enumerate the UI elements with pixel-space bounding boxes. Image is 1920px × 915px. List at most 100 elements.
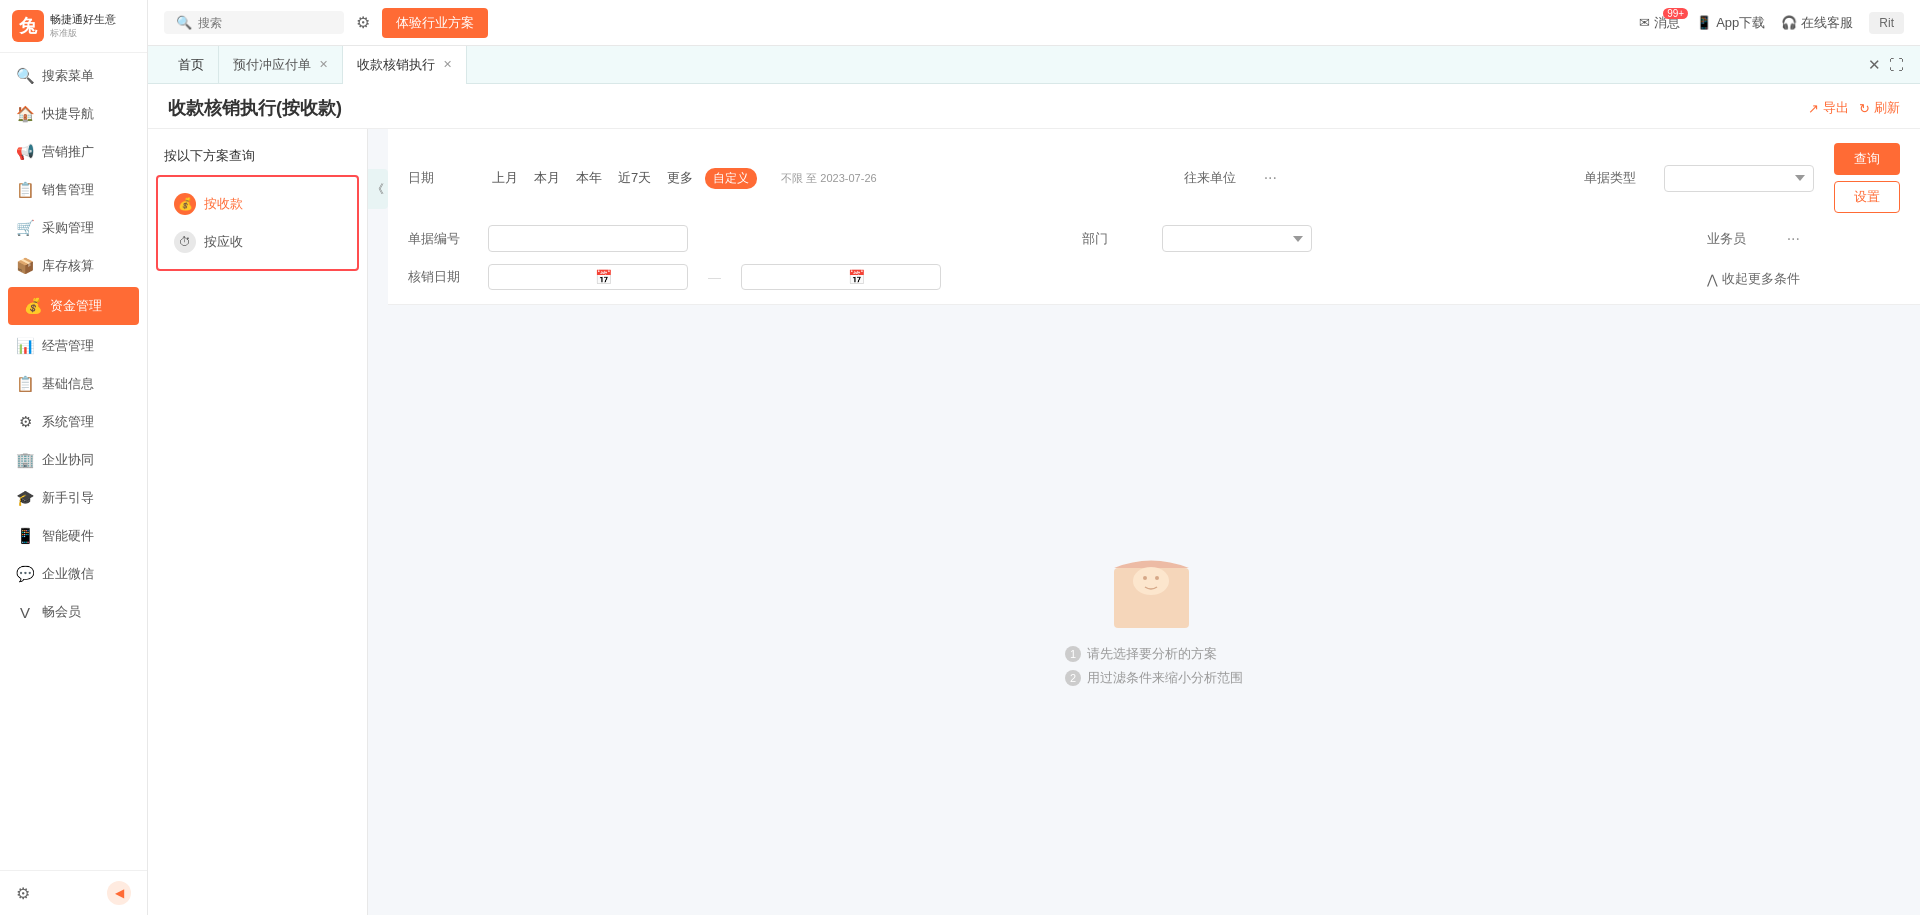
filter-row-2: 单据编号 部门 业务员 ···	[408, 225, 1900, 252]
tab-expand-button[interactable]: ⛶	[1889, 56, 1904, 73]
salesperson-input[interactable]: ···	[1787, 230, 1800, 248]
refresh-button[interactable]: ↻ 刷新	[1859, 99, 1900, 117]
offset-date-end-input[interactable]: 2023-07-21	[752, 270, 842, 285]
svg-point-1	[1133, 567, 1169, 595]
calendar-end-icon[interactable]: 📅	[848, 269, 865, 285]
sidebar-item-wechat[interactable]: 💬 企业微信	[0, 555, 147, 593]
collapse-more-label: 收起更多条件	[1722, 270, 1800, 288]
department-select[interactable]	[1162, 225, 1312, 252]
export-button[interactable]: ↗ 导出	[1808, 99, 1849, 117]
department-label: 部门	[1082, 230, 1142, 248]
online-service-button[interactable]: 🎧 在线客服	[1781, 14, 1853, 32]
messages-badge: 99+	[1663, 8, 1688, 19]
messages-button[interactable]: ✉ 消息 99+	[1639, 14, 1680, 32]
date-tab-this-month[interactable]: 本月	[530, 167, 564, 189]
solution-button[interactable]: 体验行业方案	[382, 8, 488, 38]
offset-date-start-input[interactable]: 2023-03-01	[499, 270, 589, 285]
svg-point-2	[1143, 576, 1147, 580]
counter-party-label: 往来单位	[1184, 169, 1244, 187]
message-icon: ✉	[1639, 15, 1650, 30]
panel-collapse-button[interactable]: 《	[368, 169, 388, 209]
empty-hint-2: 2 用过滤条件来缩小分析范围	[1065, 669, 1243, 687]
hint-label-2: 用过滤条件来缩小分析范围	[1087, 669, 1243, 687]
tab-prepay-close[interactable]: ✕	[319, 58, 328, 71]
wechat-icon: 💬	[16, 565, 34, 583]
sidebar-item-operation[interactable]: 📊 经营管理	[0, 327, 147, 365]
doc-type-select[interactable]	[1664, 165, 1814, 192]
date-tab-more[interactable]: 更多	[663, 167, 697, 189]
date-tab-this-year[interactable]: 本年	[572, 167, 606, 189]
date-sub-label: 不限 至 2023-07-26	[781, 171, 876, 186]
date-tab-last-month[interactable]: 上月	[488, 167, 522, 189]
export-label: 导出	[1823, 99, 1849, 117]
tab-home[interactable]: 首页	[164, 46, 219, 84]
marketing-icon: 📢	[16, 143, 34, 161]
page-header: 收款核销执行(按收款) ↗ 导出 ↻ 刷新	[148, 84, 1920, 129]
header-right: ✉ 消息 99+ 📱 App下载 🎧 在线客服 Rit	[1639, 12, 1904, 34]
sidebar-item-label: 营销推广	[42, 143, 94, 161]
collapse-more-button[interactable]: ⋀ 收起更多条件	[1707, 266, 1800, 288]
inventory-icon: 📦	[16, 257, 34, 275]
app-name: 畅捷通好生意	[50, 12, 116, 26]
app-download-button[interactable]: 📱 App下载	[1696, 14, 1765, 32]
refresh-icon: ↻	[1859, 101, 1870, 116]
sidebar-item-quick-nav[interactable]: 🏠 快捷导航	[0, 95, 147, 133]
sidebar-item-basic-info[interactable]: 📋 基础信息	[0, 365, 147, 403]
tab-close-all-button[interactable]: ✕	[1868, 56, 1881, 74]
tab-bar: 首页 预付冲应付单 ✕ 收款核销执行 ✕ ✕ ⛶	[148, 46, 1920, 84]
empty-text: 1 请先选择要分析的方案 2 用过滤条件来缩小分析范围	[1065, 645, 1243, 687]
settings-button[interactable]: 设置	[1834, 181, 1900, 213]
sidebar-item-inventory[interactable]: 📦 库存核算	[0, 247, 147, 285]
counter-party-input[interactable]: ···	[1264, 169, 1277, 187]
by-receivable-label: 按应收	[204, 233, 243, 251]
date-tab-7days[interactable]: 近7天	[614, 167, 655, 189]
sidebar-collapse-button[interactable]: ◀	[107, 881, 131, 905]
tab-receipt-offset[interactable]: 收款核销执行 ✕	[343, 46, 467, 84]
sidebar-item-finance[interactable]: 💰 资金管理	[8, 287, 139, 325]
sidebar-item-label: 企业微信	[42, 565, 94, 583]
doc-number-label: 单据编号	[408, 230, 468, 248]
refresh-label: 刷新	[1874, 99, 1900, 117]
basic-info-icon: 📋	[16, 375, 34, 393]
calendar-start-icon[interactable]: 📅	[595, 269, 612, 285]
date-tab-custom[interactable]: 自定义	[705, 168, 757, 189]
user-menu[interactable]: Rit	[1869, 12, 1904, 34]
sidebar-item-marketing[interactable]: 📢 营销推广	[0, 133, 147, 171]
sidebar-item-member[interactable]: V 畅会员	[0, 593, 147, 631]
hint-num-1: 1	[1065, 646, 1081, 662]
tab-prepay-offset[interactable]: 预付冲应付单 ✕	[219, 46, 343, 84]
empty-hint-1: 1 请先选择要分析的方案	[1065, 645, 1243, 663]
sidebar-item-enterprise[interactable]: 🏢 企业协同	[0, 441, 147, 479]
sidebar-item-purchase[interactable]: 🛒 采购管理	[0, 209, 147, 247]
filter-by-receipt[interactable]: 💰 按收款	[158, 185, 357, 223]
sidebar-nav: 🔍 搜索菜单 🏠 快捷导航 📢 营销推广 📋 销售管理 🛒 采购管理 📦 库存核…	[0, 53, 147, 870]
sidebar-item-sales[interactable]: 📋 销售管理	[0, 171, 147, 209]
tab-receipt-close[interactable]: ✕	[443, 58, 452, 71]
sidebar-item-label: 企业协同	[42, 451, 94, 469]
tab-actions: ✕ ⛶	[1868, 56, 1904, 74]
sidebar-item-search-menu[interactable]: 🔍 搜索菜单	[0, 57, 147, 95]
sidebar-item-label: 销售管理	[42, 181, 94, 199]
settings-icon[interactable]: ⚙	[16, 884, 30, 903]
filter-by-receivable[interactable]: ⏱ 按应收	[158, 223, 357, 261]
empty-illustration	[1094, 533, 1214, 633]
left-panel: 按以下方案查询 💰 按收款 ⏱ 按应收	[148, 129, 368, 915]
doc-number-input[interactable]	[488, 225, 688, 252]
sidebar-item-system[interactable]: ⚙ 系统管理	[0, 403, 147, 441]
page-actions: ↗ 导出 ↻ 刷新	[1808, 99, 1900, 117]
query-button[interactable]: 查询	[1834, 143, 1900, 175]
settings-icon[interactable]: ⚙	[356, 13, 370, 32]
global-search-box[interactable]: 🔍	[164, 11, 344, 34]
search-input[interactable]	[198, 16, 318, 30]
sidebar-item-label: 快捷导航	[42, 105, 94, 123]
empty-state: 1 请先选择要分析的方案 2 用过滤条件来缩小分析范围	[388, 305, 1920, 915]
app-icon: 📱	[1696, 15, 1712, 30]
filter-bar: 日期 上月 本月 本年 近7天 更多 自定义 不限 至 2023-07-26	[388, 129, 1920, 305]
tab-receipt-label: 收款核销执行	[357, 56, 435, 74]
by-receipt-label: 按收款	[204, 195, 243, 213]
sidebar-item-beginner[interactable]: 🎓 新手引导	[0, 479, 147, 517]
enterprise-icon: 🏢	[16, 451, 34, 469]
by-receivable-icon: ⏱	[174, 231, 196, 253]
page-title: 收款核销执行(按收款)	[168, 96, 342, 120]
sidebar-item-smart-hw[interactable]: 📱 智能硬件	[0, 517, 147, 555]
